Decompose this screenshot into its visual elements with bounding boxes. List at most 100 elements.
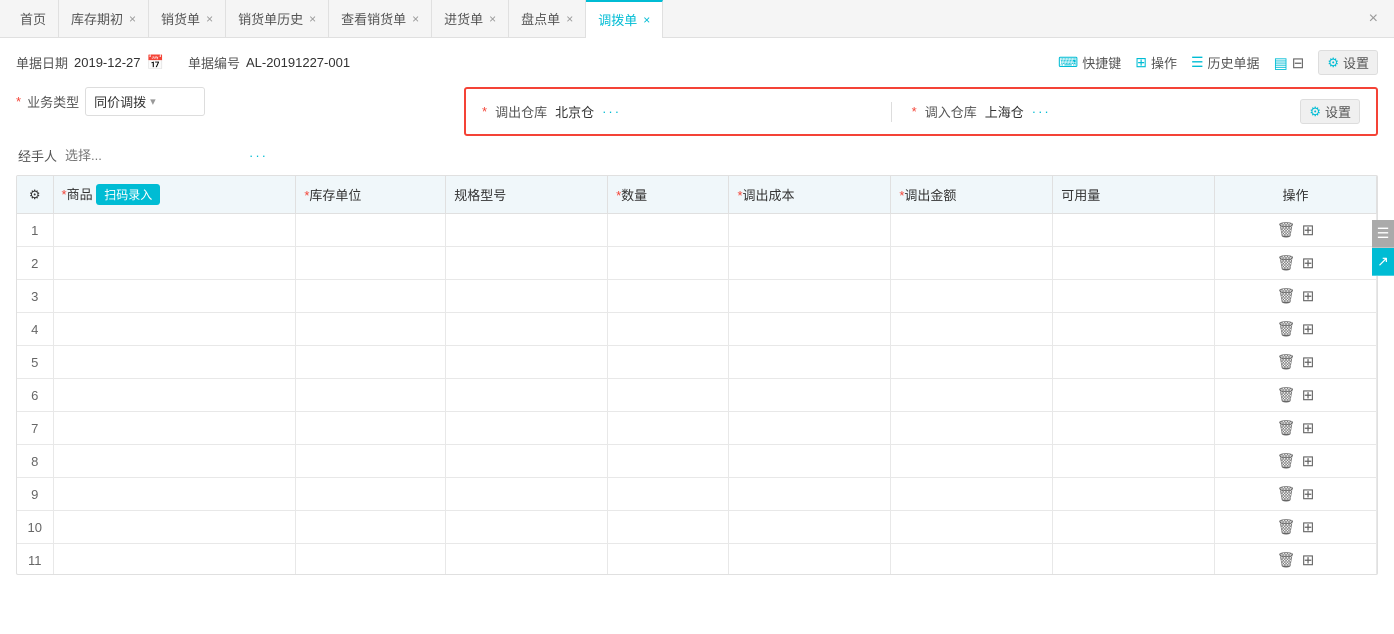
spec-cell[interactable] bbox=[446, 346, 608, 379]
copy-icon[interactable]: ⊞ bbox=[1302, 485, 1315, 503]
window-close-button[interactable]: × bbox=[1361, 10, 1386, 28]
spec-cell[interactable] bbox=[446, 478, 608, 511]
copy-icon[interactable]: ⊞ bbox=[1302, 551, 1315, 569]
product-cell[interactable] bbox=[53, 280, 296, 313]
tab-inventory-check-close[interactable]: × bbox=[566, 12, 573, 26]
copy-icon[interactable]: ⊞ bbox=[1302, 452, 1315, 470]
amount-cell[interactable] bbox=[891, 379, 1053, 412]
tab-view-sales[interactable]: 查看销货单 × bbox=[329, 0, 432, 38]
layout-single-icon[interactable]: ▤ bbox=[1274, 54, 1288, 72]
cost-cell[interactable] bbox=[729, 412, 891, 445]
cost-cell[interactable] bbox=[729, 214, 891, 247]
amount-cell[interactable] bbox=[891, 544, 1053, 576]
amount-cell[interactable] bbox=[891, 313, 1053, 346]
amount-cell[interactable] bbox=[891, 478, 1053, 511]
unit-cell[interactable] bbox=[296, 445, 446, 478]
side-expand-icon[interactable]: ↗ bbox=[1372, 248, 1394, 276]
unit-cell[interactable] bbox=[296, 478, 446, 511]
spec-cell[interactable] bbox=[446, 214, 608, 247]
unit-cell[interactable] bbox=[296, 280, 446, 313]
delete-icon[interactable]: 🗑 bbox=[1277, 386, 1296, 404]
tab-purchase-order[interactable]: 进货单 × bbox=[432, 0, 509, 38]
business-type-dropdown[interactable]: 同价调拨 ▾ bbox=[85, 87, 205, 116]
cost-cell[interactable] bbox=[729, 247, 891, 280]
copy-icon[interactable]: ⊞ bbox=[1302, 386, 1315, 404]
delete-icon[interactable]: 🗑 bbox=[1277, 485, 1296, 503]
delete-icon[interactable]: 🗑 bbox=[1277, 254, 1296, 272]
delete-icon[interactable]: 🗑 bbox=[1277, 551, 1296, 569]
spec-cell[interactable] bbox=[446, 247, 608, 280]
product-cell[interactable] bbox=[53, 346, 296, 379]
unit-cell[interactable] bbox=[296, 544, 446, 576]
setting-button[interactable]: ⚙ 设置 bbox=[1318, 50, 1378, 75]
amount-cell[interactable] bbox=[891, 346, 1053, 379]
amount-cell[interactable] bbox=[891, 511, 1053, 544]
delete-icon[interactable]: 🗑 bbox=[1277, 518, 1296, 536]
product-cell[interactable] bbox=[53, 379, 296, 412]
calendar-icon[interactable]: 📅 bbox=[147, 54, 164, 71]
transfer-out-more[interactable]: ··· bbox=[602, 104, 621, 119]
cost-cell[interactable] bbox=[729, 511, 891, 544]
tab-sales-history[interactable]: 销货单历史 × bbox=[226, 0, 329, 38]
product-cell[interactable] bbox=[53, 511, 296, 544]
product-cell[interactable] bbox=[53, 247, 296, 280]
amount-cell[interactable] bbox=[891, 214, 1053, 247]
spec-cell[interactable] bbox=[446, 544, 608, 576]
transfer-out-value[interactable]: 北京仓 bbox=[555, 102, 594, 121]
delete-icon[interactable]: 🗑 bbox=[1277, 452, 1296, 470]
cost-cell[interactable] bbox=[729, 544, 891, 576]
transfer-in-more[interactable]: ··· bbox=[1032, 104, 1051, 119]
qty-cell[interactable] bbox=[608, 313, 729, 346]
copy-icon[interactable]: ⊞ bbox=[1302, 353, 1315, 371]
product-cell[interactable] bbox=[53, 445, 296, 478]
qty-cell[interactable] bbox=[608, 379, 729, 412]
delete-icon[interactable]: 🗑 bbox=[1277, 419, 1296, 437]
unit-cell[interactable] bbox=[296, 214, 446, 247]
spec-cell[interactable] bbox=[446, 511, 608, 544]
product-cell[interactable] bbox=[53, 313, 296, 346]
spec-cell[interactable] bbox=[446, 313, 608, 346]
copy-icon[interactable]: ⊞ bbox=[1302, 518, 1315, 536]
side-list-icon[interactable]: ☰ bbox=[1372, 220, 1394, 248]
product-cell[interactable] bbox=[53, 214, 296, 247]
tab-inventory-init[interactable]: 库存期初 × bbox=[59, 0, 149, 38]
delete-icon[interactable]: 🗑 bbox=[1277, 353, 1296, 371]
qty-cell[interactable] bbox=[608, 478, 729, 511]
agent-more[interactable]: ··· bbox=[249, 148, 268, 163]
qty-cell[interactable] bbox=[608, 214, 729, 247]
tab-inventory-check[interactable]: 盘点单 × bbox=[509, 0, 586, 38]
qty-cell[interactable] bbox=[608, 412, 729, 445]
th-gear[interactable]: ⚙ bbox=[17, 176, 53, 214]
cost-cell[interactable] bbox=[729, 280, 891, 313]
qty-cell[interactable] bbox=[608, 511, 729, 544]
qty-cell[interactable] bbox=[608, 445, 729, 478]
qty-cell[interactable] bbox=[608, 544, 729, 576]
unit-cell[interactable] bbox=[296, 511, 446, 544]
product-cell[interactable] bbox=[53, 544, 296, 576]
unit-cell[interactable] bbox=[296, 412, 446, 445]
scan-button[interactable]: 扫码录入 bbox=[96, 184, 160, 205]
agent-input[interactable] bbox=[65, 148, 241, 163]
amount-cell[interactable] bbox=[891, 247, 1053, 280]
cost-cell[interactable] bbox=[729, 478, 891, 511]
tab-transfer-order-close[interactable]: × bbox=[643, 13, 650, 27]
copy-icon[interactable]: ⊞ bbox=[1302, 419, 1315, 437]
tab-sales-order[interactable]: 销货单 × bbox=[149, 0, 226, 38]
amount-cell[interactable] bbox=[891, 280, 1053, 313]
tab-home[interactable]: 首页 bbox=[8, 0, 59, 38]
tab-purchase-order-close[interactable]: × bbox=[489, 12, 496, 26]
amount-cell[interactable] bbox=[891, 445, 1053, 478]
layout-split-icon[interactable]: ⊟ bbox=[1292, 54, 1305, 72]
cost-cell[interactable] bbox=[729, 445, 891, 478]
warehouse-setting-button[interactable]: ⚙ 设置 bbox=[1300, 99, 1360, 124]
delete-icon[interactable]: 🗑 bbox=[1277, 287, 1296, 305]
tab-sales-order-close[interactable]: × bbox=[206, 12, 213, 26]
spec-cell[interactable] bbox=[446, 379, 608, 412]
delete-icon[interactable]: 🗑 bbox=[1277, 320, 1296, 338]
delete-icon[interactable]: 🗑 bbox=[1277, 221, 1296, 239]
product-cell[interactable] bbox=[53, 478, 296, 511]
spec-cell[interactable] bbox=[446, 280, 608, 313]
copy-icon[interactable]: ⊞ bbox=[1302, 287, 1315, 305]
unit-cell[interactable] bbox=[296, 313, 446, 346]
operation-button[interactable]: ⊞ 操作 bbox=[1135, 53, 1177, 72]
